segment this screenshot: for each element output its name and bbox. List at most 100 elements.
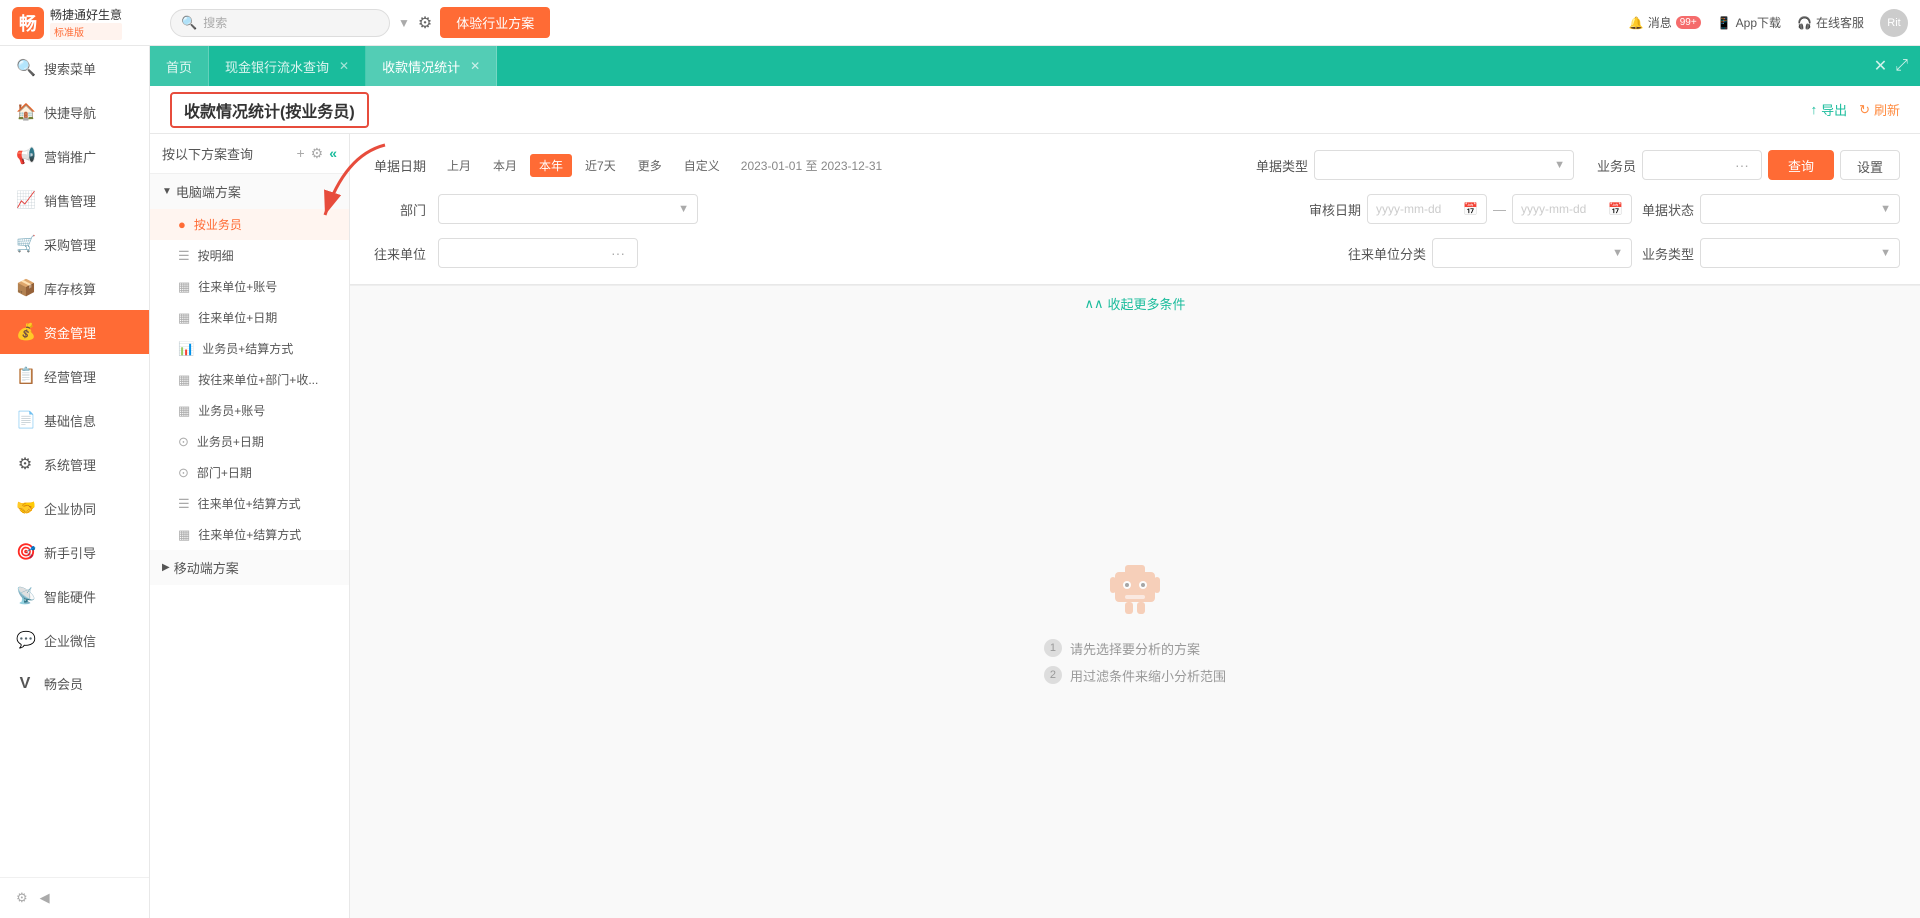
counterpart-category-select[interactable]: ▼ bbox=[1432, 238, 1632, 268]
doc-status-select[interactable]: ▼ bbox=[1700, 194, 1900, 224]
doc-status-label: 单据状态 bbox=[1638, 200, 1694, 219]
tab-home[interactable]: 首页 bbox=[150, 46, 209, 86]
headset-icon: 🎧 bbox=[1797, 16, 1812, 30]
messages-action[interactable]: 🔔 消息 99+ bbox=[1629, 14, 1701, 31]
refresh-button[interactable]: ↻ 刷新 bbox=[1859, 100, 1900, 119]
dropdown-arrow-icon[interactable]: ▼ bbox=[398, 16, 410, 30]
review-date-end[interactable]: yyyy-mm-dd 📅 bbox=[1512, 194, 1632, 224]
salesperson-ellipsis-icon[interactable]: ··· bbox=[1735, 157, 1749, 173]
tab-bank-flow[interactable]: 现金银行流水查询 ✕ bbox=[209, 46, 366, 86]
side-panel-actions: + ⚙ « bbox=[296, 145, 337, 162]
date-tab-custom[interactable]: 自定义 bbox=[675, 154, 729, 177]
top-header: 畅 畅捷通好生意 标准版 🔍 搜索 ▼ ⚙ 体验行业方案 🔔 消息 99+ 📱 … bbox=[0, 0, 1920, 46]
tab-collection-stats[interactable]: 收款情况统计 ✕ bbox=[366, 46, 497, 86]
sidebar-item-marketing[interactable]: 📢 营销推广 bbox=[0, 134, 149, 178]
scheme-item-salesperson-account[interactable]: ▦ 业务员+账号 bbox=[150, 395, 349, 426]
sidebar-item-operation[interactable]: 📋 经营管理 bbox=[0, 354, 149, 398]
sidebar-item-sales[interactable]: 📈 销售管理 bbox=[0, 178, 149, 222]
doc-type-select[interactable]: ▼ bbox=[1314, 150, 1574, 180]
sidebar-item-beginner[interactable]: 🎯 新手引导 bbox=[0, 530, 149, 574]
scheme-item-by-salesperson[interactable]: ● 按业务员 bbox=[150, 209, 349, 240]
sidebar-item-purchase[interactable]: 🛒 采购管理 bbox=[0, 222, 149, 266]
biz-type-select[interactable]: ▼ bbox=[1700, 238, 1900, 268]
settings-button[interactable]: 设置 bbox=[1840, 150, 1900, 180]
scheme-item-unit-dept-collect[interactable]: ▦ 按往来单位+部门+收... bbox=[150, 364, 349, 395]
trial-button[interactable]: 体验行业方案 bbox=[440, 7, 550, 38]
add-scheme-icon[interactable]: + bbox=[296, 145, 304, 162]
scheme-item-unit-settlement2[interactable]: ▦ 往来单位+结算方式 bbox=[150, 519, 349, 550]
online-support-action[interactable]: 🎧 在线客服 bbox=[1797, 14, 1864, 31]
export-button[interactable]: ↑ 导出 bbox=[1811, 100, 1848, 119]
sidebar-item-warehouse[interactable]: 📦 库存核算 bbox=[0, 266, 149, 310]
date-tab-more[interactable]: 更多 bbox=[629, 154, 671, 177]
empty-steps: 1 请先选择要分析的方案 2 用过滤条件来缩小分析范围 bbox=[1044, 639, 1226, 693]
window-close-icon[interactable]: ✕ bbox=[1874, 56, 1887, 76]
sidebar-item-smart-hardware[interactable]: 📡 智能硬件 bbox=[0, 574, 149, 618]
settings-scheme-icon[interactable]: ⚙ bbox=[311, 145, 324, 162]
logo-badge: 标准版 bbox=[50, 23, 122, 40]
scheme-item-unit-settlement1[interactable]: ☰ 往来单位+结算方式 bbox=[150, 488, 349, 519]
date-tab-last-month[interactable]: 上月 bbox=[438, 154, 480, 177]
right-pane: 单据日期 上月 本月 本年 近7天 更多 自定义 2023-01-01 至 20… bbox=[350, 134, 1920, 918]
content-area: 首页 现金银行流水查询 ✕ 收款情况统计 ✕ ✕ ⤢ 收款情况统计(按业务员) … bbox=[150, 46, 1920, 918]
scheme-group-mobile-header[interactable]: ▶ 移动端方案 bbox=[150, 550, 349, 585]
filter-row-1: 单据日期 上月 本月 本年 近7天 更多 自定义 2023-01-01 至 20… bbox=[370, 150, 1900, 180]
sidebar-nav: 🔍 搜索菜单 🏠 快捷导航 📢 营销推广 📈 销售管理 🛒 采购管理 📦 库存核… bbox=[0, 46, 150, 918]
logo-area: 畅 畅捷通好生意 标准版 bbox=[12, 6, 162, 40]
sidebar-item-company-collab[interactable]: 🤝 企业协同 bbox=[0, 486, 149, 530]
filter-body: 单据日期 上月 本月 本年 近7天 更多 自定义 2023-01-01 至 20… bbox=[350, 134, 1920, 285]
scheme-item-unit-account[interactable]: ▦ 往来单位+账号 bbox=[150, 271, 349, 302]
enterprise-wechat-icon: 💬 bbox=[16, 630, 34, 650]
collapse-sidebar-icon[interactable]: ◀ bbox=[40, 890, 50, 906]
basic-info-icon: 📄 bbox=[16, 410, 34, 430]
settings-bottom-icon[interactable]: ⚙ bbox=[16, 890, 28, 906]
main-layout: 🔍 搜索菜单 🏠 快捷导航 📢 营销推广 📈 销售管理 🛒 采购管理 📦 库存核… bbox=[0, 46, 1920, 918]
department-select[interactable]: ▼ bbox=[438, 194, 698, 224]
date-tab-this-year[interactable]: 本年 bbox=[530, 154, 572, 177]
date-tab-this-month[interactable]: 本月 bbox=[484, 154, 526, 177]
sidebar-item-finance[interactable]: 💰 资金管理 bbox=[0, 310, 149, 354]
scheme-item-salesperson-settlement[interactable]: 📊 业务员+结算方式 bbox=[150, 333, 349, 364]
marketing-icon: 📢 bbox=[16, 146, 34, 166]
finance-icon: 💰 bbox=[16, 322, 34, 342]
download-icon: 📱 bbox=[1717, 16, 1732, 30]
review-date-start[interactable]: yyyy-mm-dd 📅 bbox=[1367, 194, 1487, 224]
scheme-item-by-detail[interactable]: ☰ 按明细 bbox=[150, 240, 349, 271]
salesperson-account-icon: ▦ bbox=[178, 403, 190, 419]
salesperson-scheme-icon: ● bbox=[178, 217, 186, 232]
doc-type-arrow-icon: ▼ bbox=[1554, 159, 1565, 171]
date-tab-7days[interactable]: 近7天 bbox=[576, 154, 625, 177]
user-avatar[interactable]: Rit bbox=[1880, 9, 1908, 37]
tab-close-collection-stats[interactable]: ✕ bbox=[470, 59, 480, 73]
page-header: 收款情况统计(按业务员) ↑ 导出 ↻ 刷新 bbox=[150, 86, 1920, 134]
tab-bar: 首页 现金银行流水查询 ✕ 收款情况统计 ✕ ✕ ⤢ bbox=[150, 46, 1920, 86]
scheme-item-dept-date[interactable]: ⊙ 部门+日期 bbox=[150, 457, 349, 488]
settings-icon[interactable]: ⚙ bbox=[418, 13, 432, 33]
sidebar-item-search-menu[interactable]: 🔍 搜索菜单 bbox=[0, 46, 149, 90]
tab-close-bank-flow[interactable]: ✕ bbox=[339, 59, 349, 73]
query-button[interactable]: 查询 bbox=[1768, 150, 1834, 180]
sidebar-item-enterprise-wechat[interactable]: 💬 企业微信 bbox=[0, 618, 149, 662]
empty-robot-icon bbox=[1095, 547, 1175, 627]
window-maximize-icon[interactable]: ⤢ bbox=[1895, 57, 1908, 75]
sidebar-item-quick-nav[interactable]: 🏠 快捷导航 bbox=[0, 90, 149, 134]
scheme-item-salesperson-date[interactable]: ⊙ 业务员+日期 bbox=[150, 426, 349, 457]
sidebar-item-basic-info[interactable]: 📄 基础信息 bbox=[0, 398, 149, 442]
scheme-group-pc-header[interactable]: ▼ 电脑端方案 bbox=[150, 174, 349, 209]
unit-settlement1-icon: ☰ bbox=[178, 496, 190, 512]
salesperson-select[interactable]: ··· bbox=[1642, 150, 1762, 180]
scheme-item-unit-date[interactable]: ▦ 往来单位+日期 bbox=[150, 302, 349, 333]
empty-step-2: 2 用过滤条件来缩小分析范围 bbox=[1044, 666, 1226, 685]
counterpart-ellipsis-icon[interactable]: ··· bbox=[611, 245, 625, 261]
collapse-up-icon: ∧∧ bbox=[1084, 296, 1103, 312]
collapse-more-conditions[interactable]: ∧∧ 收起更多条件 bbox=[350, 285, 1920, 321]
smart-hardware-icon: 📡 bbox=[16, 586, 34, 606]
counterpart-select[interactable]: ··· bbox=[438, 238, 638, 268]
top-search-bar[interactable]: 🔍 搜索 bbox=[170, 9, 390, 37]
biz-type-label: 业务类型 bbox=[1638, 244, 1694, 263]
sidebar-item-system[interactable]: ⚙ 系统管理 bbox=[0, 442, 149, 486]
app-download-action[interactable]: 📱 App下载 bbox=[1717, 14, 1781, 31]
company-collab-icon: 🤝 bbox=[16, 498, 34, 518]
sidebar-item-membership[interactable]: V 畅会员 bbox=[0, 662, 149, 705]
collapse-panel-icon[interactable]: « bbox=[329, 145, 337, 162]
